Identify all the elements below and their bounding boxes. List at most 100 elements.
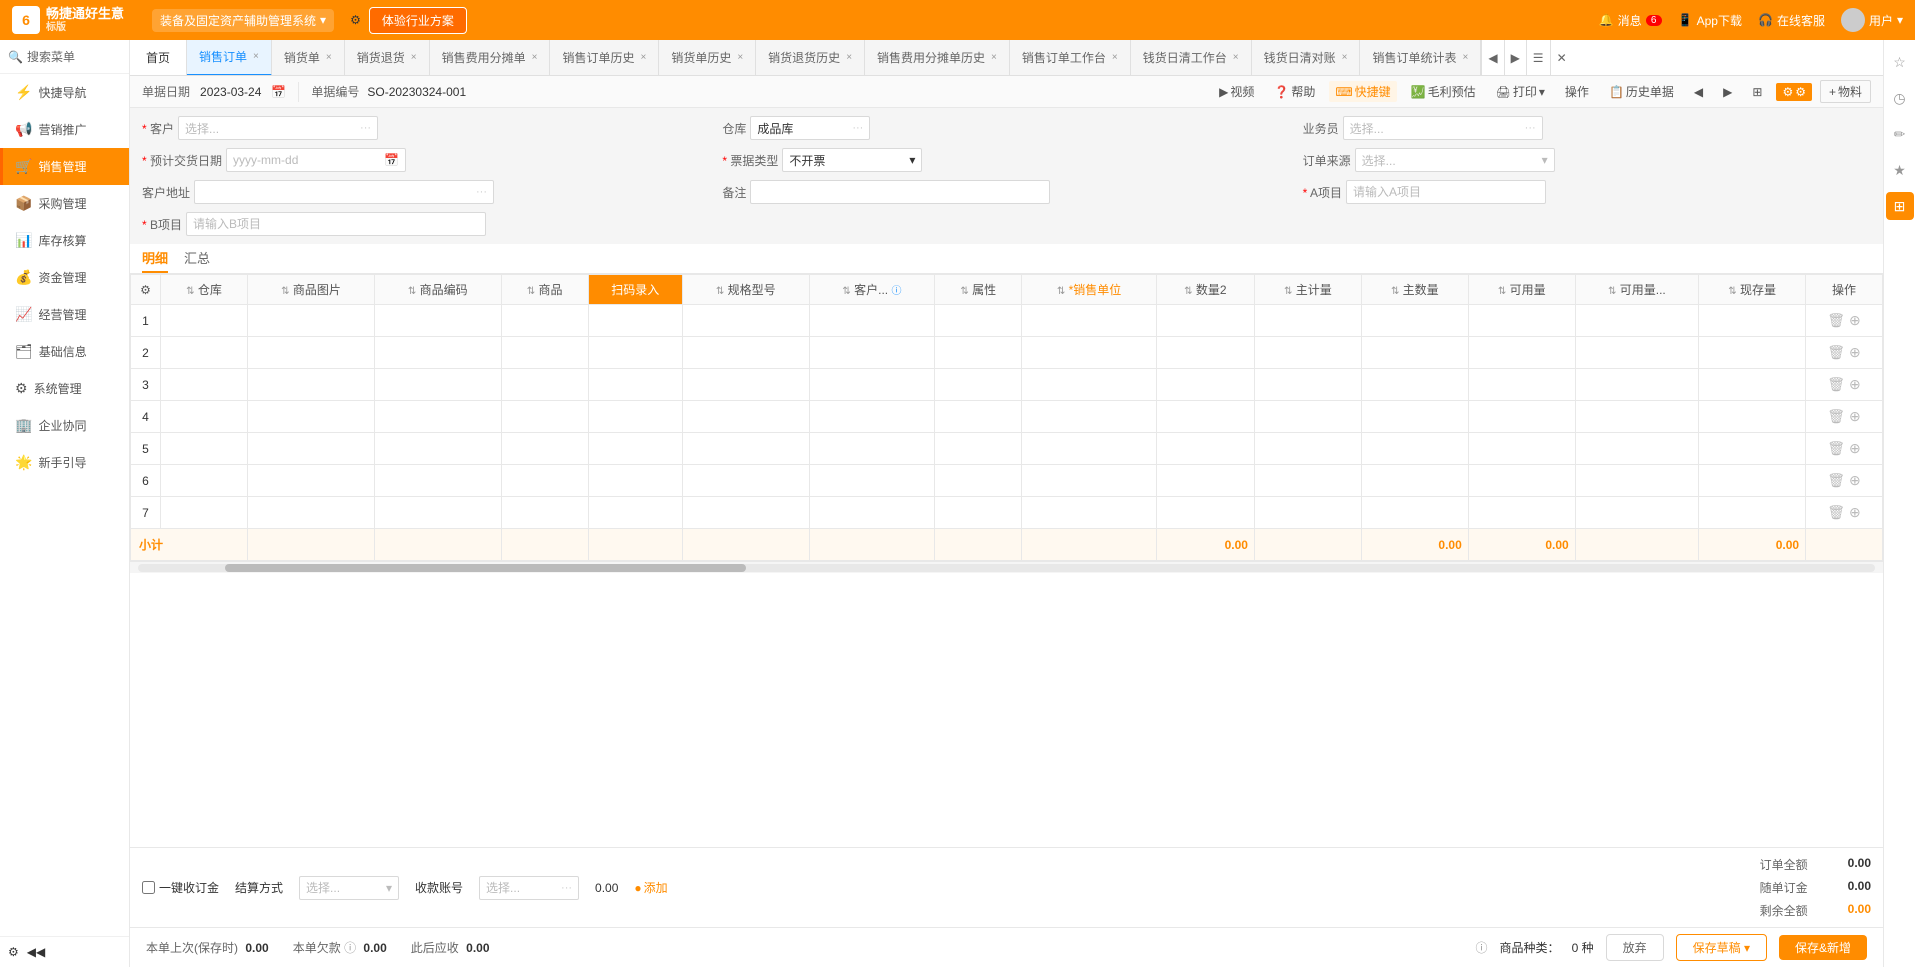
row5-qty2[interactable] <box>1156 433 1254 465</box>
profit-btn[interactable]: 💹 毛利预估 <box>1405 81 1482 102</box>
row3-stock[interactable] <box>1699 369 1806 401</box>
row7-stock[interactable] <box>1699 497 1806 529</box>
row1-cust-code[interactable] <box>809 305 935 337</box>
row4-copy-icon[interactable]: ⊕ <box>1849 408 1861 425</box>
row6-delete-icon[interactable]: 🗑 <box>1827 472 1845 489</box>
sidebar-item-operations[interactable]: 📈 经营管理 <box>0 296 129 333</box>
row7-qty2[interactable] <box>1156 497 1254 529</box>
industry-btn[interactable]: 体验行业方案 <box>369 7 467 34</box>
invoice-type-select[interactable]: 不开票 ▾ <box>782 148 922 172</box>
row3-cust-code[interactable] <box>809 369 935 401</box>
order-source-select[interactable]: 选择... ▾ <box>1355 148 1555 172</box>
nav-next-btn[interactable]: ▶ <box>1717 83 1738 101</box>
right-icon-bookmark[interactable]: ★ <box>1886 156 1914 184</box>
tab-prev-btn[interactable]: ◀ <box>1481 40 1503 76</box>
row6-warehouse[interactable] <box>161 465 248 497</box>
row4-main-qty[interactable] <box>1361 401 1468 433</box>
salesman-input[interactable]: 选择... ··· <box>1343 116 1543 140</box>
sidebar-item-system[interactable]: ⚙ 系统管理 <box>0 370 129 407</box>
sidebar-item-finance[interactable]: 💰 资金管理 <box>0 259 129 296</box>
scroll-thumb[interactable] <box>225 564 746 572</box>
row5-stock[interactable] <box>1699 433 1806 465</box>
row6-product[interactable] <box>501 465 588 497</box>
tab-sales-goods[interactable]: 销货单 × <box>272 40 345 76</box>
tab-close-expense[interactable]: × <box>532 52 538 63</box>
tab-goods-history[interactable]: 销货单历史 × <box>659 40 756 76</box>
row1-spec[interactable] <box>682 305 809 337</box>
tab-daily-reconcile[interactable]: 钱货日清对账 × <box>1252 40 1361 76</box>
tab-close-daily-wb[interactable]: × <box>1233 52 1239 63</box>
tab-sales-return[interactable]: 销货退货 × <box>345 40 430 76</box>
row6-image[interactable] <box>248 465 375 497</box>
col-available[interactable]: ⇅ 可用量 <box>1468 275 1575 305</box>
row3-main-qty[interactable] <box>1361 369 1468 401</box>
row5-main-unit[interactable] <box>1254 433 1361 465</box>
row3-qty2[interactable] <box>1156 369 1254 401</box>
tab-home[interactable]: 首页 <box>130 40 187 76</box>
row7-sku-code[interactable] <box>374 497 501 529</box>
tab-daily-workbench[interactable]: 钱货日清工作台 × <box>1131 40 1252 76</box>
row2-delete-icon[interactable]: 🗑 <box>1827 344 1845 361</box>
row4-attr[interactable] <box>935 401 1022 433</box>
row5-available2[interactable] <box>1575 433 1698 465</box>
add-product-btn[interactable]: + 物料 <box>1820 80 1871 103</box>
row6-scan[interactable] <box>588 465 682 497</box>
row1-warehouse[interactable] <box>161 305 248 337</box>
row6-attr[interactable] <box>935 465 1022 497</box>
sidebar-item-purchase[interactable]: 📦 采购管理 <box>0 185 129 222</box>
app-download-btn[interactable]: 📱 App下载 <box>1678 12 1742 29</box>
tab-sales-stats[interactable]: 销售订单统计表 × <box>1360 40 1481 76</box>
save-new-btn[interactable]: 保存&新增 <box>1779 935 1867 960</box>
row3-product[interactable] <box>501 369 588 401</box>
ops-btn[interactable]: 操作 <box>1559 81 1595 102</box>
row5-spec[interactable] <box>682 433 809 465</box>
row6-cust-code[interactable] <box>809 465 935 497</box>
row1-image[interactable] <box>248 305 375 337</box>
print-btn[interactable]: 🖨 打印 ▾ <box>1490 81 1551 102</box>
row2-main-qty[interactable] <box>1361 337 1468 369</box>
row6-sku-code[interactable] <box>374 465 501 497</box>
col-qty2[interactable]: ⇅ 数量2 <box>1156 275 1254 305</box>
row4-qty2[interactable] <box>1156 401 1254 433</box>
shortcut-btn[interactable]: ⌨ 快捷键 <box>1329 81 1396 102</box>
a-project-input[interactable]: 请输入A项目 <box>1346 180 1546 204</box>
row4-available[interactable] <box>1468 401 1575 433</box>
row3-attr[interactable] <box>935 369 1022 401</box>
customer-address-input[interactable]: ··· <box>194 180 494 204</box>
row4-scan[interactable] <box>588 401 682 433</box>
row5-main-qty[interactable] <box>1361 433 1468 465</box>
row6-available[interactable] <box>1468 465 1575 497</box>
settings-gear-icon[interactable]: ⚙ <box>350 13 361 27</box>
row4-delete-icon[interactable]: 🗑 <box>1827 408 1845 425</box>
account-select[interactable]: 选择... ··· <box>479 876 579 900</box>
sidebar-item-inventory[interactable]: 📊 库存核算 <box>0 222 129 259</box>
row3-scan[interactable] <box>588 369 682 401</box>
row5-sales-unit[interactable] <box>1022 433 1156 465</box>
col-customer-code[interactable]: ⇅ 客户... ⓘ <box>809 275 935 305</box>
row6-stock[interactable] <box>1699 465 1806 497</box>
row4-available2[interactable] <box>1575 401 1698 433</box>
tab-sales-order[interactable]: 销售订单 × <box>187 40 272 76</box>
row1-main-qty[interactable] <box>1361 305 1468 337</box>
remarks-input[interactable] <box>750 180 1050 204</box>
row3-sales-unit[interactable] <box>1022 369 1156 401</box>
tab-close-sales-order[interactable]: × <box>253 51 259 62</box>
customer-input[interactable]: 选择... ··· <box>178 116 378 140</box>
col-warehouse[interactable]: ⇅ 仓库 <box>161 275 248 305</box>
tab-expense-history[interactable]: 销售费用分摊单历史 × <box>865 40 1010 76</box>
row1-product[interactable] <box>501 305 588 337</box>
tab-close-order-wb[interactable]: × <box>1112 52 1118 63</box>
row2-product[interactable] <box>501 337 588 369</box>
row3-image[interactable] <box>248 369 375 401</box>
row4-cust-code[interactable] <box>809 401 935 433</box>
row4-main-unit[interactable] <box>1254 401 1361 433</box>
nav-prev-btn[interactable]: ◀ <box>1688 83 1709 101</box>
col-settings[interactable]: ⚙ <box>131 275 161 305</box>
row1-stock[interactable] <box>1699 305 1806 337</box>
row4-spec[interactable] <box>682 401 809 433</box>
view-video-btn[interactable]: ▶ 视频 <box>1213 81 1260 102</box>
tab-close-order-history[interactable]: × <box>640 52 646 63</box>
tab-close-all-btn[interactable]: ✕ <box>1550 40 1573 76</box>
row6-spec[interactable] <box>682 465 809 497</box>
tab-menu-btn[interactable]: ☰ <box>1526 40 1550 76</box>
